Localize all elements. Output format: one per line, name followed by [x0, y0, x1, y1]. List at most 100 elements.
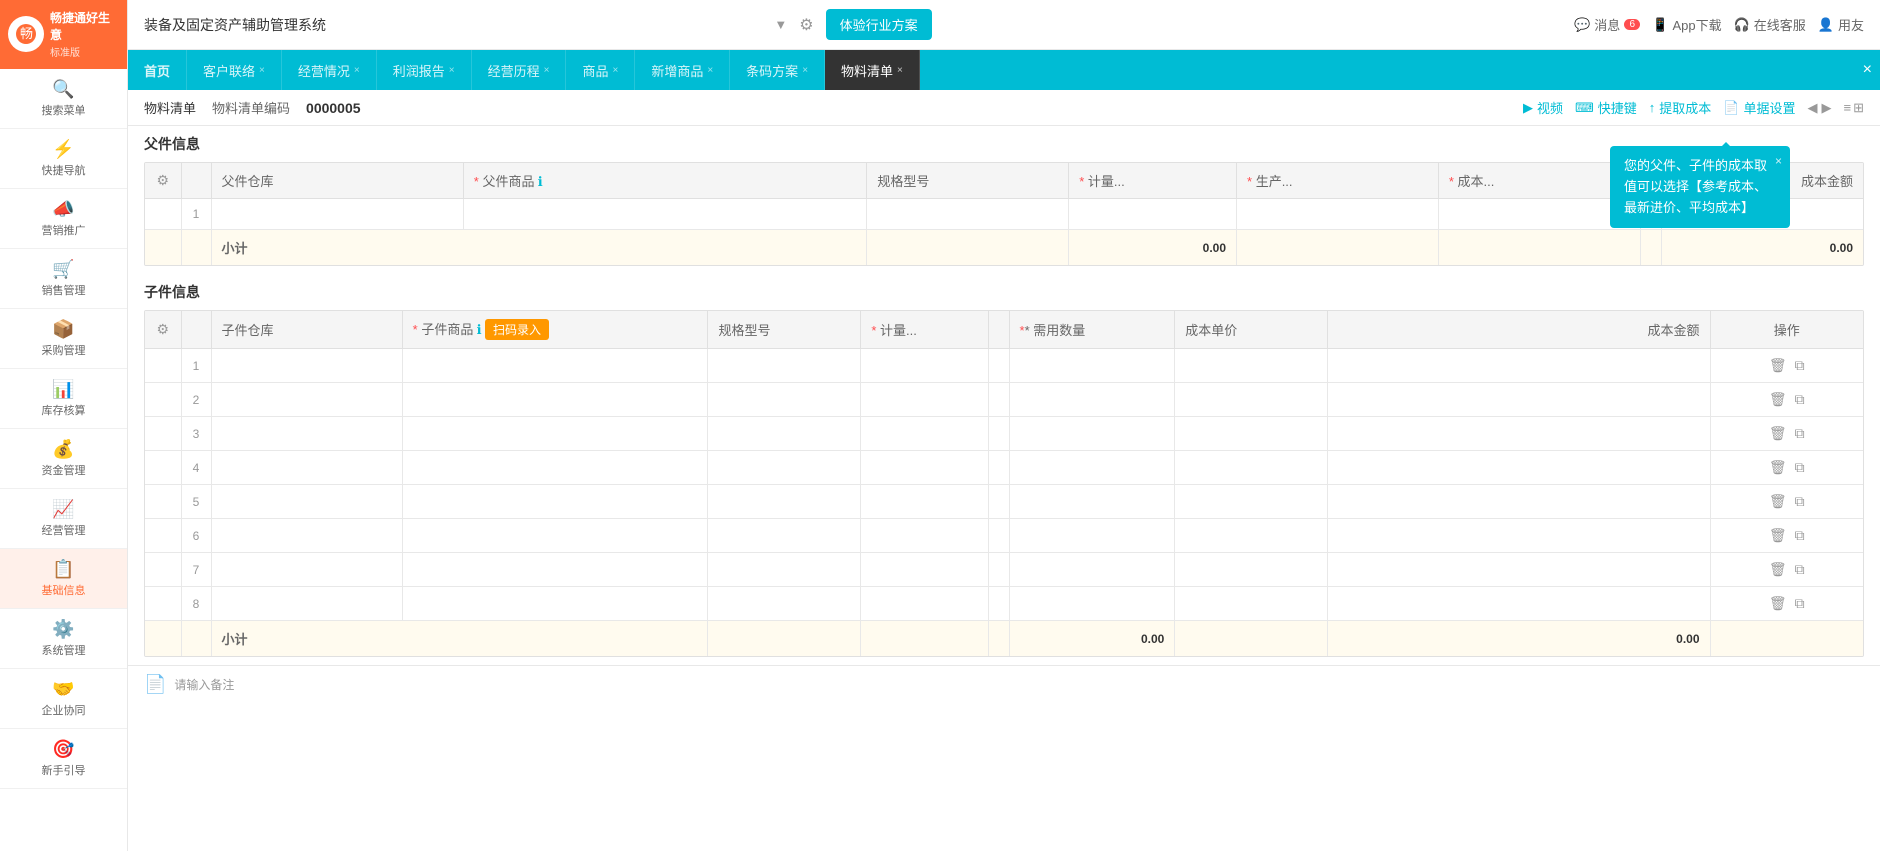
parent-gear-icon[interactable]: ⚙: [156, 172, 169, 188]
child-row2-unit[interactable]: [861, 383, 988, 417]
tab-barcode[interactable]: 条码方案 ×: [730, 50, 825, 90]
child-row5-unit[interactable]: [861, 485, 988, 519]
sidebar-item-finance[interactable]: 💰 资金管理: [0, 429, 127, 489]
prev-icon[interactable]: ◀: [1808, 100, 1818, 116]
tab-product-close[interactable]: ×: [612, 65, 618, 76]
child-row6-unit[interactable]: [861, 519, 988, 553]
child-row3-unit[interactable]: [861, 417, 988, 451]
child-row5-warehouse[interactable]: [211, 485, 402, 519]
child-row3-qty[interactable]: [1009, 417, 1175, 451]
tooltip-close-btn[interactable]: ×: [1775, 152, 1782, 171]
tab-history-close[interactable]: ×: [544, 65, 550, 76]
child-row6-spec[interactable]: [708, 519, 861, 553]
sidebar-item-operations[interactable]: 📈 经营管理: [0, 489, 127, 549]
child-row5-cost-amount[interactable]: [1328, 485, 1710, 519]
list-view-icon[interactable]: ≡: [1844, 100, 1852, 115]
tab-home[interactable]: 首页: [128, 50, 187, 90]
child-row8-qty[interactable]: [1009, 587, 1175, 621]
delete-icon-7[interactable]: 🗑: [1769, 561, 1787, 578]
copy-icon-2[interactable]: ⧉: [1795, 391, 1805, 408]
sidebar-item-purchase[interactable]: 📦 采购管理: [0, 309, 127, 369]
child-row8-unit[interactable]: [861, 587, 988, 621]
delete-icon-8[interactable]: 🗑: [1769, 595, 1787, 612]
child-row8-unit-cost[interactable]: [1175, 587, 1328, 621]
child-row6-qty[interactable]: [1009, 519, 1175, 553]
child-row3-warehouse[interactable]: [211, 417, 402, 451]
child-row7-cost-amount[interactable]: [1328, 553, 1710, 587]
child-row2-qty[interactable]: [1009, 383, 1175, 417]
tab-customer[interactable]: 客户联络 ×: [187, 50, 282, 90]
app-download-action[interactable]: 📱 App下载: [1652, 15, 1721, 34]
child-row2-unit-cost[interactable]: [1175, 383, 1328, 417]
child-row8-warehouse[interactable]: [211, 587, 402, 621]
child-row2-warehouse[interactable]: [211, 383, 402, 417]
copy-icon-3[interactable]: ⧉: [1795, 425, 1805, 442]
child-row7-spec[interactable]: [708, 553, 861, 587]
tab-operations-close[interactable]: ×: [354, 65, 360, 76]
child-row4-cost-amount[interactable]: [1328, 451, 1710, 485]
nav-close-icon[interactable]: ×: [1863, 61, 1872, 79]
video-btn[interactable]: ▶ 视频: [1523, 98, 1563, 117]
child-row7-warehouse[interactable]: [211, 553, 402, 587]
child-row6-unit-cost[interactable]: [1175, 519, 1328, 553]
bill-settings-btn[interactable]: 📄 单据设置: [1723, 98, 1795, 117]
sidebar-item-search[interactable]: 🔍 搜索菜单: [0, 69, 127, 129]
child-row4-product[interactable]: [402, 451, 708, 485]
tab-profit-close[interactable]: ×: [449, 65, 455, 76]
grid-view-icon[interactable]: ⊞: [1853, 100, 1864, 116]
copy-icon-1[interactable]: ⧉: [1795, 357, 1805, 374]
copy-icon-6[interactable]: ⧉: [1795, 527, 1805, 544]
user-action[interactable]: 👤 用友: [1818, 15, 1864, 34]
child-row6-warehouse[interactable]: [211, 519, 402, 553]
child-row1-spec[interactable]: [708, 349, 861, 383]
delete-icon-3[interactable]: 🗑: [1769, 425, 1787, 442]
shortcut-btn[interactable]: ⌨ 快捷键: [1575, 98, 1637, 117]
delete-icon-5[interactable]: 🗑: [1769, 493, 1787, 510]
scan-button[interactable]: 扫码录入: [485, 319, 549, 340]
settings-icon[interactable]: ⚙: [799, 15, 813, 35]
child-row1-unit[interactable]: [861, 349, 988, 383]
message-action[interactable]: 💬 消息 6: [1574, 15, 1640, 34]
sidebar-item-quicknav[interactable]: ⚡ 快捷导航: [0, 129, 127, 189]
child-row6-cost-amount[interactable]: [1328, 519, 1710, 553]
child-row3-product[interactable]: [402, 417, 708, 451]
child-row2-product[interactable]: [402, 383, 708, 417]
sidebar-item-sales[interactable]: 🛒 销售管理: [0, 249, 127, 309]
child-row5-spec[interactable]: [708, 485, 861, 519]
parent-row1-product[interactable]: [463, 199, 867, 230]
tab-history[interactable]: 经营历程 ×: [472, 50, 567, 90]
child-row5-qty[interactable]: [1009, 485, 1175, 519]
child-row3-spec[interactable]: [708, 417, 861, 451]
child-row4-unit[interactable]: [861, 451, 988, 485]
tab-bom-close[interactable]: ×: [897, 65, 903, 76]
child-row6-product[interactable]: [402, 519, 708, 553]
sidebar-item-collab[interactable]: 🤝 企业协同: [0, 669, 127, 729]
parent-row1-production[interactable]: [1237, 199, 1439, 230]
child-row1-product[interactable]: [402, 349, 708, 383]
child-row4-spec[interactable]: [708, 451, 861, 485]
online-service-action[interactable]: 🎧 在线客服: [1734, 15, 1806, 34]
child-gear-icon[interactable]: ⚙: [156, 321, 169, 337]
delete-icon-6[interactable]: 🗑: [1769, 527, 1787, 544]
sidebar-item-marketing[interactable]: 📣 营销推广: [0, 189, 127, 249]
child-row4-unit-cost[interactable]: [1175, 451, 1328, 485]
child-row1-qty[interactable]: [1009, 349, 1175, 383]
parent-row1-unit[interactable]: [1069, 199, 1237, 230]
tab-new-product-close[interactable]: ×: [707, 65, 713, 76]
delete-icon-1[interactable]: 🗑: [1769, 357, 1787, 374]
child-row8-spec[interactable]: [708, 587, 861, 621]
parent-row1-warehouse[interactable]: [211, 199, 463, 230]
sidebar-item-basic-info[interactable]: 📋 基础信息: [0, 549, 127, 609]
child-row7-product[interactable]: [402, 553, 708, 587]
extract-cost-btn[interactable]: ↑ 提取成本: [1649, 98, 1712, 117]
child-row5-product[interactable]: [402, 485, 708, 519]
child-row2-cost-amount[interactable]: [1328, 383, 1710, 417]
child-row7-unit[interactable]: [861, 553, 988, 587]
copy-icon-5[interactable]: ⧉: [1795, 493, 1805, 510]
tab-barcode-close[interactable]: ×: [802, 65, 808, 76]
tab-bom[interactable]: 物料清单 ×: [825, 50, 920, 90]
child-row4-warehouse[interactable]: [211, 451, 402, 485]
tab-customer-close[interactable]: ×: [259, 65, 265, 76]
child-row3-unit-cost[interactable]: [1175, 417, 1328, 451]
tab-product[interactable]: 商品 ×: [566, 50, 635, 90]
